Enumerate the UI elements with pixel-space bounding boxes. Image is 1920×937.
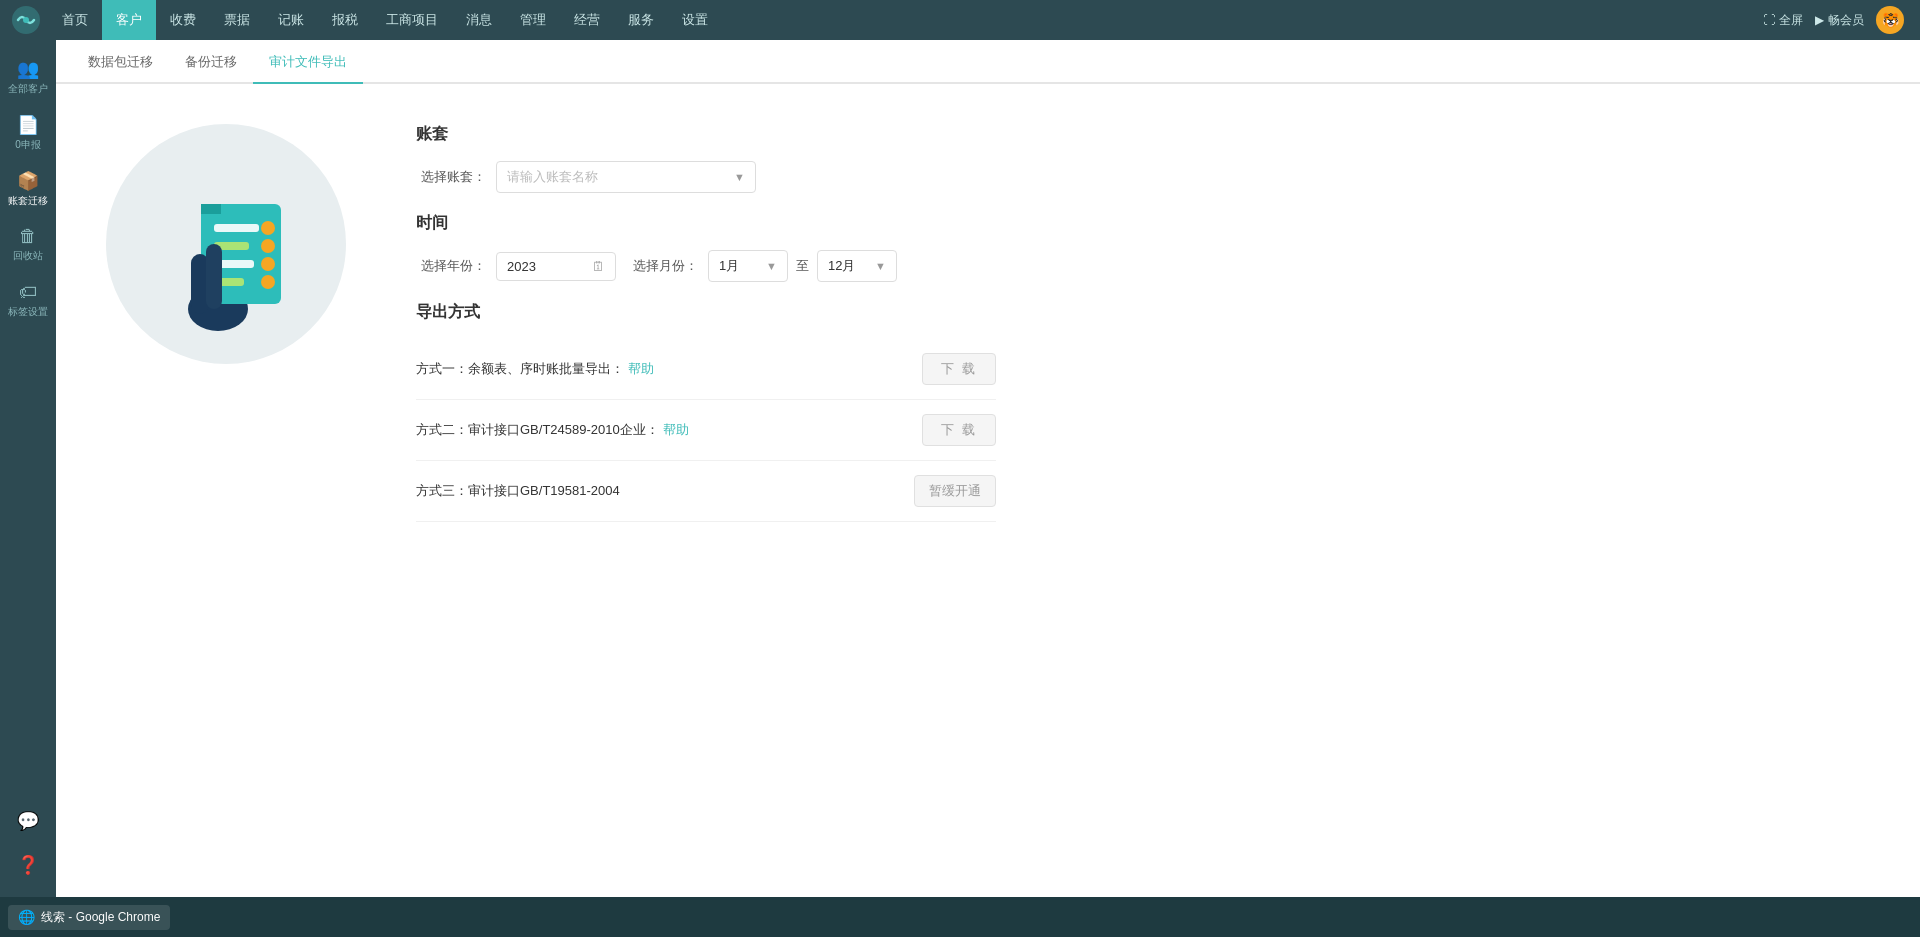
month-label: 选择月份： [628, 257, 698, 275]
export-title: 导出方式 [416, 302, 996, 323]
nav-customer[interactable]: 客户 [102, 0, 156, 40]
nav-bookkeeping[interactable]: 记账 [264, 0, 318, 40]
customers-icon: 👥 [17, 58, 39, 80]
svg-point-1 [23, 17, 29, 23]
method-3-row: 方式三：审计接口GB/T19581-2004 暂缓开通 [416, 461, 996, 522]
tab-bar: 数据包迁移 备份迁移 审计文件导出 [56, 40, 1920, 84]
method-3-special-btn[interactable]: 暂缓开通 [914, 475, 996, 507]
taskbar-chrome[interactable]: 🌐 线索 - Google Chrome [8, 905, 170, 930]
method-1-row: 方式一：余额表、序时账批量导出：帮助 下 载 [416, 339, 996, 400]
illustration-wrapper [96, 114, 356, 374]
month-end-chevron-icon: ▼ [875, 260, 886, 272]
svg-point-9 [261, 239, 275, 253]
method-2-download-btn[interactable]: 下 载 [922, 414, 996, 446]
sidebar-bottom: 💬 ❓ [0, 801, 56, 897]
year-input[interactable]: 2023 🗓 [496, 252, 616, 281]
illustration-svg [146, 154, 306, 334]
sidebar-bottom-info[interactable]: ❓ [0, 845, 56, 885]
account-set-label: 选择账套： [416, 168, 486, 186]
nav-service[interactable]: 服务 [614, 0, 668, 40]
time-title: 时间 [416, 213, 996, 234]
chrome-icon: 🌐 [18, 909, 35, 925]
sidebar-item-tags[interactable]: 🏷 标签设置 [0, 272, 56, 328]
nav-home[interactable]: 首页 [48, 0, 102, 40]
svg-rect-4 [214, 224, 259, 232]
svg-point-10 [261, 257, 275, 271]
content-area: 数据包迁移 备份迁移 审计文件导出 [56, 40, 1920, 897]
method-1-help-link[interactable]: 帮助 [628, 361, 654, 376]
chevron-down-icon: ▼ [734, 171, 745, 183]
month-start-value: 1月 [719, 257, 739, 275]
form-section: 账套 选择账套： 请输入账套名称 ▼ 时间 选择年份： 2023 [416, 114, 996, 522]
sidebar-item-zero-declare[interactable]: 📄 0申报 [0, 104, 56, 160]
method-1-label: 方式一：余额表、序时账批量导出：帮助 [416, 360, 654, 378]
svg-point-11 [261, 275, 275, 289]
user-avatar[interactable]: 🐯 [1876, 6, 1904, 34]
tags-icon: 🏷 [19, 282, 37, 303]
svg-point-8 [261, 221, 275, 235]
nav-menu: 首页 客户 收费 票据 记账 报税 工商项目 消息 管理 经营 服务 设置 [48, 0, 1763, 40]
nav-business[interactable]: 工商项目 [372, 0, 452, 40]
migrate-icon: 📦 [17, 170, 39, 192]
page-content: 账套 选择账套： 请输入账套名称 ▼ 时间 选择年份： 2023 [56, 84, 1920, 897]
method-2-label: 方式二：审计接口GB/T24589-2010企业：帮助 [416, 421, 689, 439]
app-logo [8, 2, 44, 38]
account-set-row: 选择账套： 请输入账套名称 ▼ [416, 161, 996, 193]
taskbar: 🌐 线索 - Google Chrome [0, 897, 1920, 937]
main-wrapper: 👥 全部客户 📄 0申报 📦 账套迁移 🗑 回收站 🏷 标签设置 💬 ❓ 数据包… [0, 40, 1920, 897]
member-icon: ▶ [1815, 13, 1824, 27]
calendar-icon: 🗓 [592, 259, 605, 274]
svg-rect-13 [206, 244, 222, 309]
nav-tax[interactable]: 报税 [318, 0, 372, 40]
year-value: 2023 [507, 259, 536, 274]
tab-data-migration[interactable]: 数据包迁移 [72, 42, 169, 84]
method-1-download-btn[interactable]: 下 载 [922, 353, 996, 385]
nav-admin[interactable]: 管理 [506, 0, 560, 40]
to-label: 至 [796, 257, 809, 275]
fullscreen-icon: ⛶ [1763, 13, 1775, 27]
month-start-select[interactable]: 1月 ▼ [708, 250, 788, 282]
sidebar-item-migrate[interactable]: 📦 账套迁移 [0, 160, 56, 216]
member-btn[interactable]: ▶ 畅会员 [1815, 12, 1864, 29]
sidebar: 👥 全部客户 📄 0申报 📦 账套迁移 🗑 回收站 🏷 标签设置 💬 ❓ [0, 40, 56, 897]
sidebar-bottom-help[interactable]: 💬 [0, 801, 56, 841]
top-nav: 首页 客户 收费 票据 记账 报税 工商项目 消息 管理 经营 服务 设置 ⛶ … [0, 0, 1920, 40]
month-start-chevron-icon: ▼ [766, 260, 777, 272]
trash-icon: 🗑 [19, 226, 37, 247]
month-end-select[interactable]: 12月 ▼ [817, 250, 897, 282]
method-2-help-link[interactable]: 帮助 [663, 422, 689, 437]
export-methods: 方式一：余额表、序时账批量导出：帮助 下 载 方式二：审计接口GB/T24589… [416, 339, 996, 522]
nav-operation[interactable]: 经营 [560, 0, 614, 40]
account-set-placeholder: 请输入账套名称 [507, 168, 598, 186]
month-end-value: 12月 [828, 257, 855, 275]
nav-message[interactable]: 消息 [452, 0, 506, 40]
tab-audit-export[interactable]: 审计文件导出 [253, 42, 363, 84]
sidebar-item-all-customers[interactable]: 👥 全部客户 [0, 48, 56, 104]
time-row: 选择年份： 2023 🗓 选择月份： 1月 ▼ 至 12月 [416, 250, 996, 282]
account-set-title: 账套 [416, 124, 996, 145]
declare-icon: 📄 [17, 114, 39, 136]
account-set-select[interactable]: 请输入账套名称 ▼ [496, 161, 756, 193]
year-label: 选择年份： [416, 257, 486, 275]
illustration-circle [106, 124, 346, 364]
fullscreen-btn[interactable]: ⛶ 全屏 [1763, 12, 1803, 29]
nav-charge[interactable]: 收费 [156, 0, 210, 40]
method-3-label: 方式三：审计接口GB/T19581-2004 [416, 482, 620, 500]
export-container: 账套 选择账套： 请输入账套名称 ▼ 时间 选择年份： 2023 [96, 114, 996, 522]
nav-invoice[interactable]: 票据 [210, 0, 264, 40]
nav-settings[interactable]: 设置 [668, 0, 722, 40]
nav-right: ⛶ 全屏 ▶ 畅会员 🐯 [1763, 6, 1920, 34]
method-2-row: 方式二：审计接口GB/T24589-2010企业：帮助 下 载 [416, 400, 996, 461]
tab-backup-migration[interactable]: 备份迁移 [169, 42, 253, 84]
sidebar-item-trash[interactable]: 🗑 回收站 [0, 216, 56, 272]
